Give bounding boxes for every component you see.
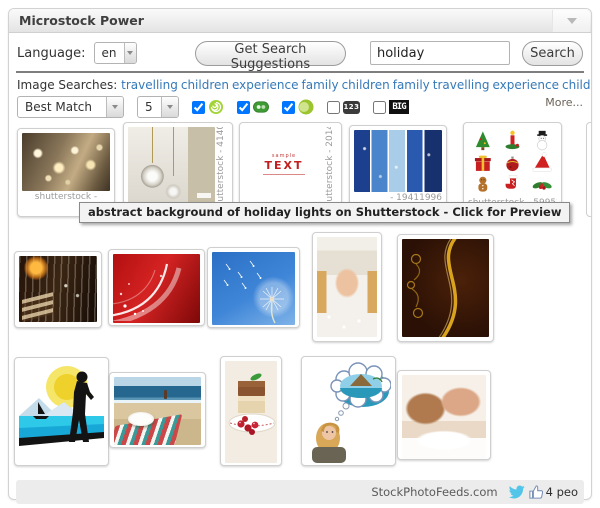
thumbnail-art: sample TEXT [244, 127, 324, 212]
thumbnail-beach-vector[interactable] [14, 357, 109, 466]
search-link[interactable]: family [393, 78, 430, 92]
source-toggle-4[interactable]: 123 [327, 100, 360, 114]
search-link[interactable]: travelling [121, 78, 178, 92]
sort-select-arrow[interactable] [106, 97, 123, 117]
thumbnail-art [225, 361, 277, 463]
thumbnail-dandelion[interactable] [207, 247, 300, 328]
thumbnail-label: shutterstock - 41400559 [216, 127, 226, 212]
widget-title: Microstock Power [19, 13, 144, 28]
per-source-select[interactable]: 5 [137, 96, 179, 118]
footer-site-link[interactable]: StockPhotoFeeds.com [371, 485, 497, 499]
search-link[interactable]: experience [232, 78, 299, 92]
twitter-icon[interactable] [508, 485, 525, 499]
source-checkbox-3[interactable] [282, 100, 295, 114]
thumbnail-art [212, 252, 295, 325]
thumbnail-art [113, 254, 200, 323]
thumbnail-art [402, 239, 489, 337]
thumbnail-art [114, 377, 201, 445]
source-toggle-2[interactable] [237, 99, 269, 115]
thumbnail-clipped[interactable] [586, 122, 591, 217]
tooltip: abstract background of holiday lights on… [79, 202, 571, 223]
results-grid: shutterstock - shutterstock - 41400559 s… [9, 122, 591, 476]
image-searches-row: Image Searches: travelling children experi… [9, 73, 591, 93]
microstock-power-widget: Microstock Power Language: en Get Search… [8, 8, 592, 504]
like-count: 4 peo [545, 485, 578, 499]
christmas-icons-art [474, 130, 552, 192]
green-spiral-icon [208, 99, 224, 115]
thumbnail-art [354, 130, 442, 192]
thumbnail-vacation-daydream[interactable] [301, 356, 396, 466]
search-link[interactable]: travelling [433, 78, 490, 92]
thumbnail-art [468, 127, 557, 197]
search-link[interactable]: children [342, 78, 390, 92]
green-circle-icon [298, 99, 314, 115]
thumbnail-winter-woman[interactable] [312, 232, 382, 342]
source-toggle-3[interactable] [282, 99, 314, 115]
image-caption: TEXT [263, 159, 305, 175]
collapse-button[interactable] [552, 10, 590, 32]
source-toggle-5[interactable]: BIG [373, 100, 409, 114]
chevron-down-icon [566, 18, 577, 24]
thumbnail-red-swirl[interactable] [108, 249, 205, 326]
per-source-select-value: 5 [145, 100, 153, 114]
sort-select-value: Best Match [25, 100, 93, 114]
thumbnail-blue-winter-banners[interactable]: - 19411996 [349, 125, 447, 210]
big-icon: BIG [389, 100, 409, 114]
thumbnail-art [19, 362, 104, 461]
thumbnail-massage[interactable] [397, 370, 491, 460]
language-select[interactable]: en [93, 42, 137, 64]
thumbnail-art [22, 133, 110, 191]
source-checkbox-1[interactable] [192, 100, 205, 114]
search-link[interactable]: children [181, 78, 229, 92]
source-toggle-1[interactable] [192, 99, 224, 115]
source-checkbox-2[interactable] [237, 100, 250, 114]
per-source-select-arrow[interactable] [161, 97, 178, 117]
123-icon: 123 [343, 100, 360, 114]
language-select-value: en [101, 46, 117, 60]
search-button[interactable]: Search [521, 40, 583, 66]
search-link[interactable]: child [562, 78, 591, 92]
source-checkbox-4[interactable] [327, 100, 340, 114]
get-suggestions-button[interactable]: Get Search Suggestions [194, 40, 346, 72]
thumbnail-gold-ornament[interactable] [397, 234, 494, 342]
image-searches-label: Image Searches: [17, 78, 118, 92]
thumbnail-art [128, 127, 215, 212]
thumbnail-art [306, 361, 391, 463]
thumbnail-art [19, 256, 97, 322]
green-pill-icon [253, 99, 269, 115]
search-input[interactable] [369, 41, 510, 65]
language-select-arrow[interactable] [123, 43, 136, 63]
sort-select[interactable]: Best Match [17, 96, 124, 118]
toolbar: Language: en Get Search Suggestions Sear… [9, 33, 591, 72]
thumbnail-art [317, 237, 377, 337]
thumbnail-beach-photo[interactable] [109, 372, 206, 448]
thumbnail-dessert-cake[interactable] [220, 356, 282, 466]
language-label: Language: [17, 45, 86, 61]
footer-bar: StockPhotoFeeds.com 4 peo [16, 480, 584, 504]
like-icon[interactable] [528, 485, 543, 499]
search-link[interactable]: experience [492, 78, 559, 92]
more-link[interactable]: More... [545, 96, 583, 109]
thumbnail-label: shutterstock - 20143273 [325, 127, 335, 212]
source-checkbox-5[interactable] [373, 100, 386, 114]
search-link[interactable]: family [302, 78, 339, 92]
widget-header: Microstock Power [9, 9, 591, 33]
thumbnail-restaurant-table[interactable] [14, 251, 102, 328]
filters-row: Best Match 5 123 BIG More... [9, 93, 591, 122]
thumbnail-art [402, 375, 486, 459]
